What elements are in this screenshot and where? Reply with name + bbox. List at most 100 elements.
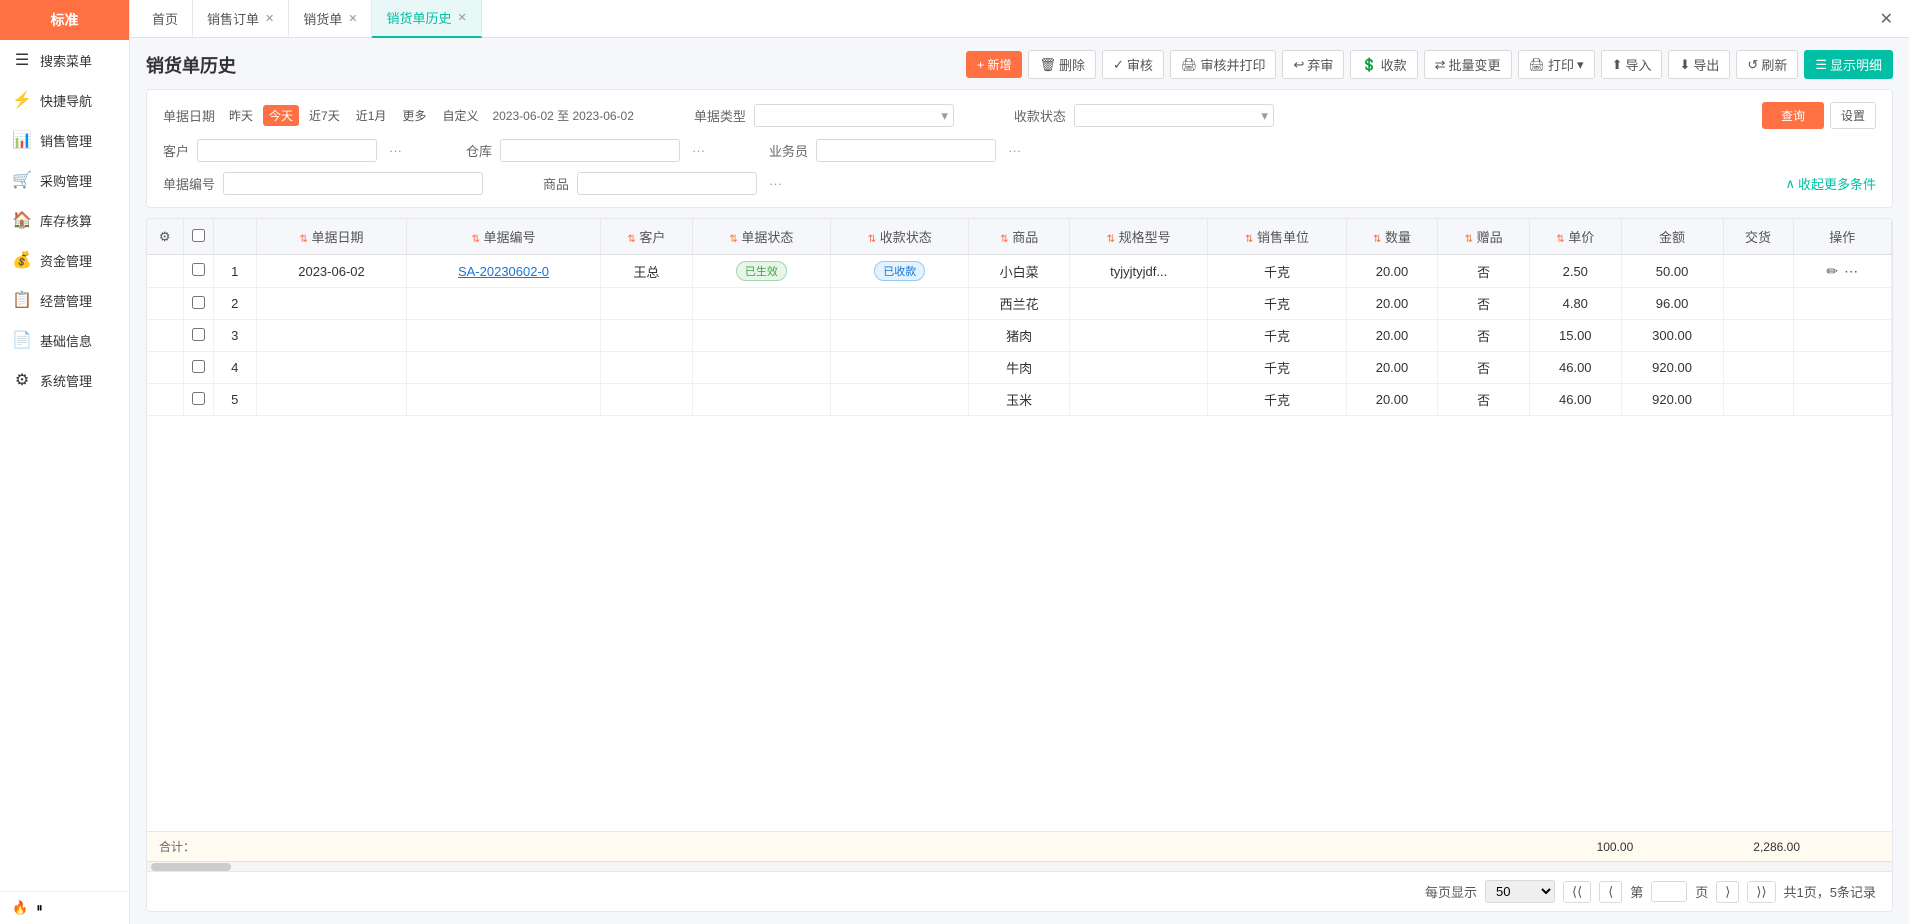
td-checkbox[interactable] (183, 255, 213, 288)
th-checkbox[interactable] (183, 219, 213, 255)
first-page-button[interactable]: ⟨⟨ (1563, 881, 1591, 903)
warehouse-input[interactable] (500, 139, 680, 162)
refresh-button[interactable]: ↺ 刷新 (1736, 50, 1798, 79)
doc-status-badge: 已生效 (736, 261, 787, 281)
sidebar-item-purchase-mgmt[interactable]: 🛒 采购管理 (0, 160, 129, 200)
td-checkbox[interactable] (183, 384, 213, 416)
shortcut-more[interactable]: 更多 (396, 105, 432, 126)
customer-picker-icon[interactable]: ··· (385, 143, 406, 158)
th-collect-status[interactable]: ⇅ 收款状态 (831, 219, 969, 255)
row-checkbox[interactable] (192, 360, 205, 373)
salesperson-input[interactable] (816, 139, 996, 162)
customer-input[interactable] (197, 139, 377, 162)
row-checkbox[interactable] (192, 392, 205, 405)
td-doc-no[interactable] (406, 384, 600, 416)
td-doc-no[interactable] (406, 352, 600, 384)
next-page-button[interactable]: ⟩ (1716, 881, 1739, 903)
row-checkbox[interactable] (192, 263, 205, 276)
prev-page-button[interactable]: ⟨ (1599, 881, 1622, 903)
batch-change-button[interactable]: ⇄ 批量变更 (1424, 50, 1512, 79)
sidebar-item-system-mgmt[interactable]: ⚙ 系统管理 (0, 360, 129, 400)
tab-sales-goods[interactable]: 销货单 ✕ (289, 0, 372, 38)
horizontal-scrollbar[interactable] (147, 861, 1892, 871)
th-qty[interactable]: ⇅ 数量 (1346, 219, 1438, 255)
collect-button[interactable]: 💲 收款 (1350, 50, 1417, 79)
delete-button[interactable]: 🗑 删除 (1028, 50, 1096, 79)
sidebar-item-business-mgmt[interactable]: 📋 经营管理 (0, 280, 129, 320)
row-checkbox[interactable] (192, 296, 205, 309)
print-button[interactable]: 🖨 打印 ▾ (1518, 50, 1595, 79)
th-doc-no[interactable]: ⇅ 单据编号 (406, 219, 600, 255)
per-page-select[interactable]: 50 100 (1485, 880, 1555, 903)
td-checkbox[interactable] (183, 320, 213, 352)
new-button[interactable]: + 新增 (966, 51, 1022, 78)
sidebar-item-basic-info[interactable]: 📄 基础信息 (0, 320, 129, 360)
show-detail-button[interactable]: ☰ 显示明细 (1804, 50, 1893, 79)
th-unit-price[interactable]: ⇅ 单价 (1529, 219, 1621, 255)
sort-icon: ⇅ (472, 234, 480, 245)
page-number-input[interactable]: 1 (1651, 881, 1687, 902)
export-button[interactable]: ⬇ 导出 (1668, 50, 1730, 79)
footer-label: 合计： (159, 838, 195, 855)
more-action-button[interactable]: ⋯ (1841, 263, 1861, 279)
pause-icon[interactable]: ⏸ (36, 900, 43, 916)
sidebar-item-label: 快捷导航 (40, 91, 92, 110)
td-checkbox[interactable] (183, 352, 213, 384)
salesperson-picker-icon[interactable]: ··· (1004, 143, 1025, 158)
edit-action-button[interactable]: ✏ (1823, 263, 1841, 279)
shortcut-1month[interactable]: 近1月 (350, 105, 393, 126)
tab-home[interactable]: 首页 (138, 0, 193, 38)
sidebar-item-label: 系统管理 (40, 371, 92, 390)
shortcut-7days[interactable]: 近7天 (303, 105, 346, 126)
shortcut-yesterday[interactable]: 昨天 (223, 105, 259, 126)
th-doc-date[interactable]: ⇅ 单据日期 (257, 219, 407, 255)
shortcut-today[interactable]: 今天 (263, 105, 299, 126)
sidebar-item-inventory[interactable]: 🏠 库存核算 (0, 200, 129, 240)
th-goods[interactable]: ⇅ 商品 (969, 219, 1070, 255)
close-tab-sales-history-icon[interactable]: ✕ (458, 11, 467, 24)
audit-print-button[interactable]: 🖨 审核并打印 (1170, 50, 1277, 79)
sidebar-item-search-menu[interactable]: ☰ 搜索菜单 (0, 40, 129, 80)
doc-type-select[interactable] (754, 104, 954, 127)
collect-status-select[interactable] (1074, 104, 1274, 127)
scrollbar-thumb[interactable] (151, 863, 231, 871)
th-settings[interactable]: ⚙ (147, 219, 183, 255)
close-tab-sales-order-icon[interactable]: ✕ (265, 12, 274, 25)
th-sales-unit[interactable]: ⇅ 销售单位 (1208, 219, 1346, 255)
doc-no-link[interactable]: SA-20230602-0 (458, 264, 549, 279)
td-doc-no[interactable] (406, 288, 600, 320)
sidebar-item-sales-mgmt[interactable]: 📊 销售管理 (0, 120, 129, 160)
last-page-button[interactable]: ⟩⟩ (1747, 881, 1775, 903)
shortcut-custom[interactable]: 自定义 (436, 105, 484, 126)
td-doc-no[interactable]: SA-20230602-0 (406, 255, 600, 288)
close-tab-sales-goods-icon[interactable]: ✕ (348, 12, 357, 25)
goods-input[interactable] (577, 172, 757, 195)
th-spec-type[interactable]: ⇅ 规格型号 (1069, 219, 1207, 255)
td-doc-status: 已生效 (692, 255, 830, 288)
th-customer[interactable]: ⇅ 客户 (601, 219, 693, 255)
td-doc-date (257, 288, 407, 320)
tab-sales-order[interactable]: 销售订单 ✕ (193, 0, 289, 38)
row-checkbox[interactable] (192, 328, 205, 341)
fire-icon[interactable]: 🔥 (12, 900, 28, 916)
settings-button[interactable]: 设置 (1830, 102, 1876, 129)
import-button[interactable]: ⬆ 导入 (1601, 50, 1663, 79)
audit-button[interactable]: ✓ 审核 (1102, 50, 1164, 79)
td-doc-no[interactable] (406, 320, 600, 352)
close-all-tabs-button[interactable]: ✕ (1872, 9, 1901, 29)
td-sales-unit: 千克 (1208, 288, 1346, 320)
th-gift[interactable]: ⇅ 赠品 (1438, 219, 1530, 255)
sidebar-item-capital-mgmt[interactable]: 💰 资金管理 (0, 240, 129, 280)
doc-no-input[interactable] (223, 172, 483, 195)
select-all-checkbox[interactable] (192, 229, 205, 242)
sidebar-item-quick-nav[interactable]: ⚡ 快捷导航 (0, 80, 129, 120)
collapse-filter-button[interactable]: ∧ 收起更多条件 (1785, 174, 1876, 193)
goods-picker-icon[interactable]: ··· (765, 176, 786, 191)
th-doc-status[interactable]: ⇅ 单据状态 (692, 219, 830, 255)
warehouse-picker-icon[interactable]: ··· (688, 143, 709, 158)
td-checkbox[interactable] (183, 288, 213, 320)
doc-type-filter-col: 单据类型 (694, 104, 954, 127)
tab-sales-history[interactable]: 销货单历史 ✕ (372, 0, 481, 38)
abandon-button[interactable]: ↩ 弃审 (1282, 50, 1344, 79)
query-button[interactable]: 查询 (1762, 102, 1824, 129)
